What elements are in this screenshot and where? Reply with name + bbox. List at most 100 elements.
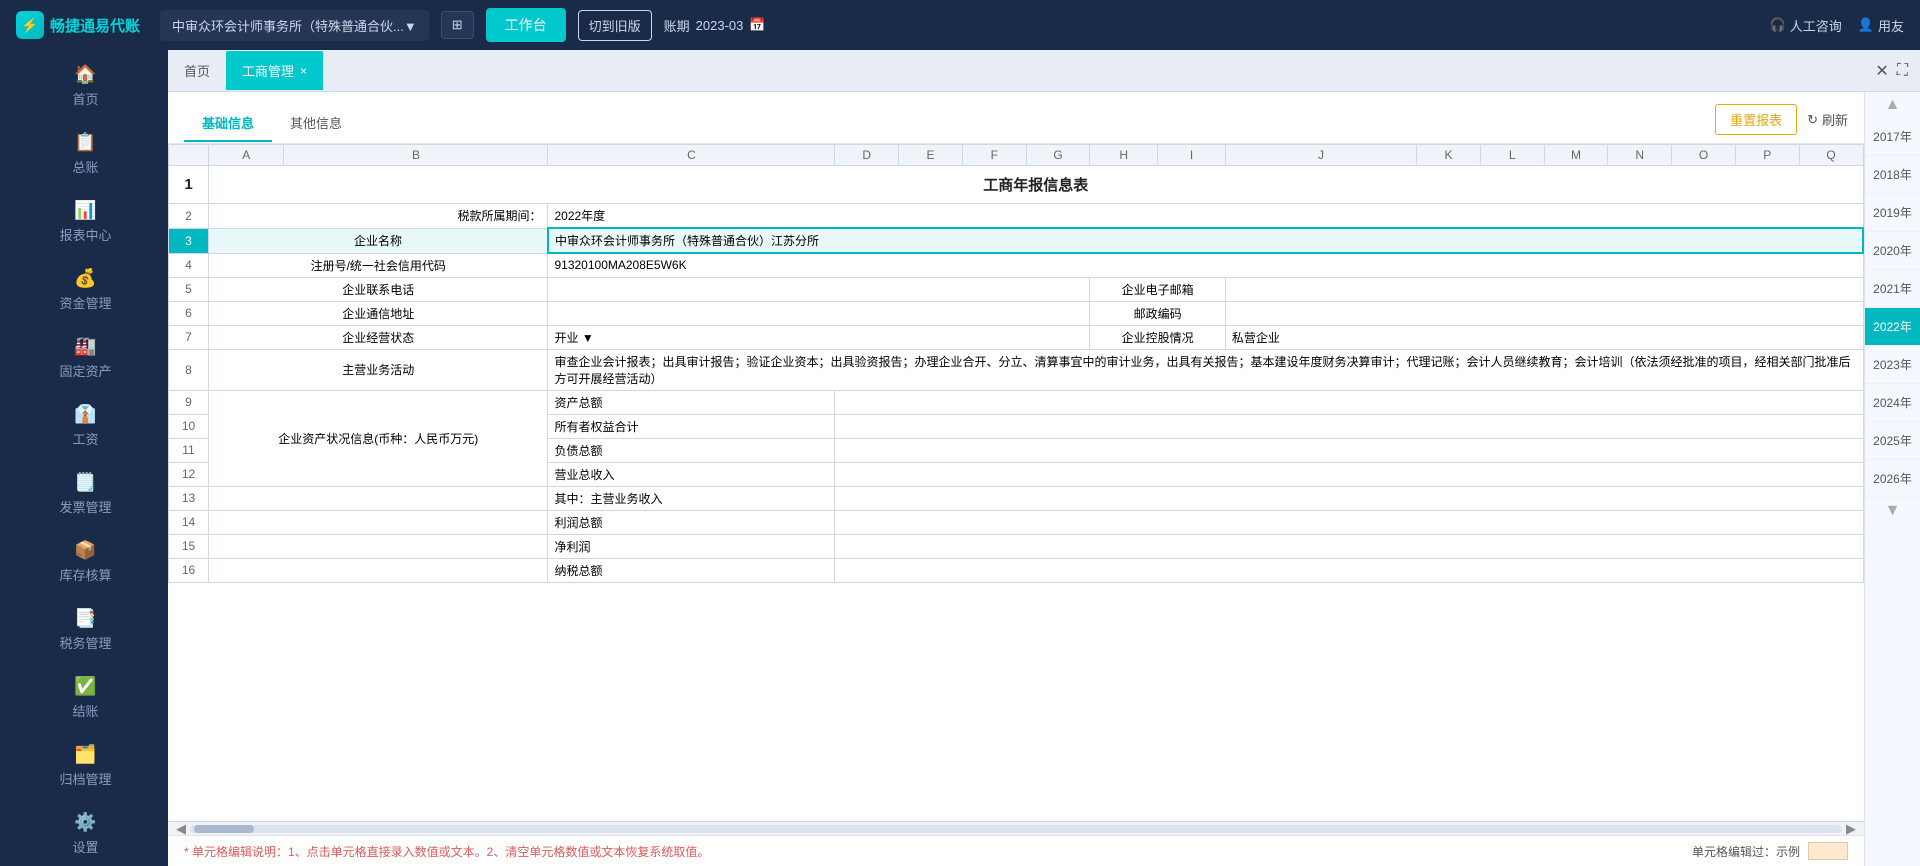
maximize-icon[interactable]: ⛶ <box>1897 62 1908 80</box>
scroll-left-arrow[interactable]: ◀ <box>172 821 190 836</box>
cell-16-empty <box>209 558 548 582</box>
sidebar-item-reports[interactable]: 📊 报表中心 <box>0 186 168 254</box>
cell-12-revenue-value[interactable] <box>835 462 1863 486</box>
period-label: 账期 2023-03 📅 <box>664 16 766 35</box>
year-scroll-up[interactable]: ▲ <box>1881 92 1905 118</box>
cell-8-biz-label[interactable]: 主营业务活动 <box>209 349 548 390</box>
sidebar-item-tax[interactable]: 📑 税务管理 <box>0 594 168 662</box>
spreadsheet-container: A B C D E F G H I J <box>168 144 1864 835</box>
calendar-icon[interactable]: 📅 <box>749 17 765 33</box>
cell-6-zip-value[interactable] <box>1225 301 1863 325</box>
year-2023[interactable]: 2023年 <box>1865 346 1920 384</box>
cell-3-value[interactable]: 中审众环会计师事务所（特殊普通合伙）江苏分所 <box>548 228 1863 253</box>
row-num-14: 14 <box>169 510 209 534</box>
sidebar-item-salary[interactable]: 👔 工资 <box>0 390 168 458</box>
close-window-icon[interactable]: ✕ <box>1875 61 1888 81</box>
sidebar-item-inventory[interactable]: 📦 库存核算 <box>0 526 168 594</box>
refresh-button[interactable]: ↻ 刷新 <box>1807 110 1848 129</box>
year-2022[interactable]: 2022年 <box>1865 308 1920 346</box>
cell-15-net-profit-value[interactable] <box>835 534 1863 558</box>
cell-7-status-label[interactable]: 企业经营状态 <box>209 325 548 349</box>
sidebar-item-archive[interactable]: 🗂️ 归档管理 <box>0 730 168 798</box>
cell-10-equity-label[interactable]: 所有者权益合计 <box>548 414 835 438</box>
copy-icon-btn[interactable]: ⊞ <box>441 11 474 39</box>
table-row: 7 企业经营状态 开业 ▼ 企业控股情况 私营企业 <box>169 325 1864 349</box>
scroll-right-arrow[interactable]: ▶ <box>1842 821 1860 836</box>
cell-9-total-assets-label[interactable]: 资产总额 <box>548 390 835 414</box>
user-menu[interactable]: 👤 用友 <box>1858 16 1904 35</box>
sidebar-item-close[interactable]: ✅ 结账 <box>0 662 168 730</box>
cell-6-zip-label[interactable]: 邮政编码 <box>1090 301 1226 325</box>
row-num-11: 11 <box>169 438 209 462</box>
cell-14-profit-value[interactable] <box>835 510 1863 534</box>
col-C: C <box>548 145 835 166</box>
row-num-12: 12 <box>169 462 209 486</box>
sidebar-item-funds[interactable]: 💰 资金管理 <box>0 254 168 322</box>
cell-5-email-value[interactable] <box>1225 277 1863 301</box>
horizontal-scrollbar[interactable]: ◀ ▶ <box>168 821 1864 835</box>
tab-home[interactable]: 首页 <box>168 51 226 90</box>
sidebar-item-settings[interactable]: ⚙️ 设置 <box>0 798 168 866</box>
salary-icon: 👔 <box>74 404 96 425</box>
cell-9-total-assets-value[interactable] <box>835 390 1863 414</box>
sidebar-item-assets[interactable]: 🏭 固定资产 <box>0 322 168 390</box>
table-row: 16 纳税总额 <box>169 558 1864 582</box>
cell-11-liabilities-label[interactable]: 负债总额 <box>548 438 835 462</box>
cell-9-assets-group-label[interactable]: 企业资产状况信息(币种：人民币万元) <box>209 390 548 486</box>
cell-12-revenue-label[interactable]: 营业总收入 <box>548 462 835 486</box>
sub-tab-other[interactable]: 其他信息 <box>272 105 360 142</box>
year-2017[interactable]: 2017年 <box>1865 118 1920 156</box>
ai-consult[interactable]: 🎧 人工咨询 <box>1770 16 1842 35</box>
row-num-16: 16 <box>169 558 209 582</box>
cell-16-tax-value[interactable] <box>835 558 1863 582</box>
sidebar-item-salary-label: 工资 <box>72 429 98 448</box>
cell-13-main-revenue-value[interactable] <box>835 486 1863 510</box>
cell-16-tax-label[interactable]: 纳税总额 <box>548 558 835 582</box>
cell-6-addr-value[interactable] <box>548 301 1090 325</box>
year-scroll-down[interactable]: ▼ <box>1881 498 1905 524</box>
cell-4-label[interactable]: 注册号/统一社会信用代码 <box>209 253 548 277</box>
cell-8-biz-value[interactable]: 审查企业会计报表；出具审计报告；验证企业资本；出具验资报告；办理企业合开、分立、… <box>548 349 1863 390</box>
cell-15-net-profit-label[interactable]: 净利润 <box>548 534 835 558</box>
cell-7-holding-label[interactable]: 企业控股情况 <box>1090 325 1226 349</box>
cell-13-main-revenue-label[interactable]: 其中：主营业务收入 <box>548 486 835 510</box>
cell-7-status-value[interactable]: 开业 ▼ <box>548 325 1090 349</box>
year-2019[interactable]: 2019年 <box>1865 194 1920 232</box>
year-2026[interactable]: 2026年 <box>1865 460 1920 498</box>
year-2020[interactable]: 2020年 <box>1865 232 1920 270</box>
cell-2-value[interactable]: 2022年度 <box>548 204 1863 229</box>
spreadsheet-wrapper[interactable]: A B C D E F G H I J <box>168 144 1864 821</box>
company-selector[interactable]: 中审众环会计师事务所（特殊普通合伙...▼ <box>160 10 429 41</box>
workbench-button[interactable]: 工作台 <box>486 8 566 42</box>
sidebar-item-ledger[interactable]: 📋 总账 <box>0 118 168 186</box>
cell-7-holding-value[interactable]: 私营企业 <box>1225 325 1863 349</box>
year-2018[interactable]: 2018年 <box>1865 156 1920 194</box>
reports-icon: 📊 <box>74 200 96 221</box>
cell-10-equity-value[interactable] <box>835 414 1863 438</box>
sidebar-item-invoice[interactable]: 🗒️ 发票管理 <box>0 458 168 526</box>
sub-tab-basic[interactable]: 基础信息 <box>184 105 272 142</box>
sidebar-item-home[interactable]: 🏠 首页 <box>0 50 168 118</box>
tab-commerce[interactable]: 工商管理 × <box>226 51 323 90</box>
sub-tabs: 基础信息 其他信息 重置报表 ↻ 刷新 <box>168 92 1864 144</box>
cell-14-profit-label[interactable]: 利润总额 <box>548 510 835 534</box>
reset-report-button[interactable]: 重置报表 <box>1715 104 1797 135</box>
year-2021[interactable]: 2021年 <box>1865 270 1920 308</box>
cell-5-email-label[interactable]: 企业电子邮箱 <box>1090 277 1226 301</box>
cell-2-label[interactable]: 税款所属期间： <box>209 204 548 229</box>
cell-5-phone-label[interactable]: 企业联系电话 <box>209 277 548 301</box>
assets-icon: 🏭 <box>74 336 96 357</box>
sheet-title-cell[interactable]: 工商年报信息表 <box>209 166 1864 204</box>
col-J: J <box>1225 145 1416 166</box>
cell-3-label[interactable]: 企业名称 <box>209 228 548 253</box>
cell-11-liabilities-value[interactable] <box>835 438 1863 462</box>
cell-5-phone-value[interactable] <box>548 277 1090 301</box>
cell-4-value[interactable]: 91320100MA208E5W6K <box>548 253 1863 277</box>
cell-6-addr-label[interactable]: 企业通信地址 <box>209 301 548 325</box>
tab-close-icon[interactable]: × <box>300 64 307 78</box>
scroll-thumb[interactable] <box>194 825 254 833</box>
year-2025[interactable]: 2025年 <box>1865 422 1920 460</box>
year-2024[interactable]: 2024年 <box>1865 384 1920 422</box>
scroll-track[interactable] <box>190 825 1842 833</box>
switch-version-button[interactable]: 切到旧版 <box>578 10 652 41</box>
